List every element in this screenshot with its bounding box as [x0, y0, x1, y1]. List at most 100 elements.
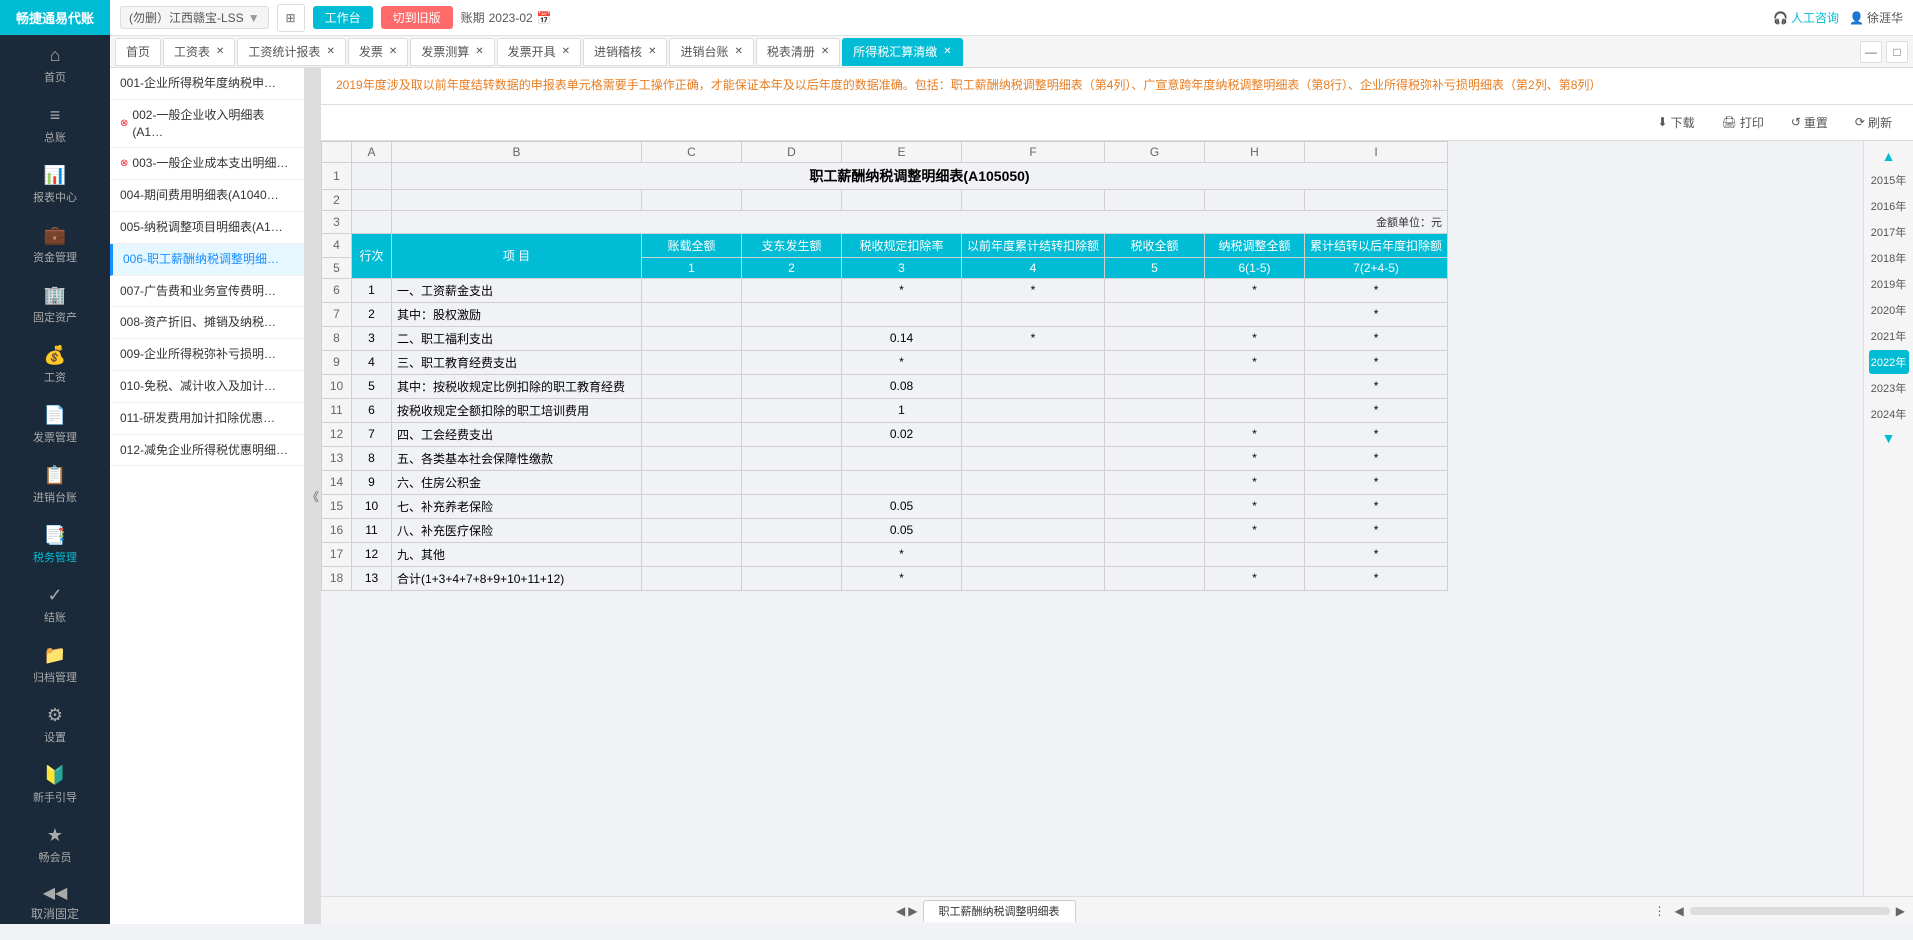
cell-seq-3[interactable]: 3 — [352, 326, 392, 350]
cell-e-6[interactable]: 1 — [842, 398, 962, 422]
cell-f-3[interactable]: * — [962, 326, 1105, 350]
cell-c-5[interactable] — [642, 374, 742, 398]
cell-i-6[interactable]: * — [1305, 398, 1448, 422]
sidebar-item-tax-mgmt[interactable]: 📑 税务管理 — [0, 515, 110, 575]
cell-e-12[interactable]: * — [842, 542, 962, 566]
switch-btn[interactable]: 切到旧版 — [381, 6, 453, 29]
tab-invoice-close[interactable]: ✕ — [389, 46, 397, 57]
cell-h-8[interactable]: * — [1205, 446, 1305, 470]
sheet-main[interactable]: A B C D E F G H I 1 — [321, 141, 1863, 896]
download-btn[interactable]: ⬇ 下载 — [1652, 111, 1701, 134]
cell-f-12[interactable] — [962, 542, 1105, 566]
cancel-fixed-btn[interactable]: ◀◀ 取消固定 — [0, 875, 110, 930]
cell-h-9[interactable]: * — [1205, 470, 1305, 494]
cell-label-5[interactable]: 其中：按税收规定比例扣除的职工教育经费 — [392, 374, 642, 398]
cell-a2[interactable] — [352, 189, 392, 210]
cell-d-10[interactable] — [742, 494, 842, 518]
cell-d-12[interactable] — [742, 542, 842, 566]
tab-income-tax[interactable]: 所得税汇算清缴 ✕ — [842, 38, 962, 66]
tab-purchase-ledger-close[interactable]: ✕ — [734, 46, 742, 57]
cell-d-2[interactable] — [742, 302, 842, 326]
cell-i-12[interactable]: * — [1305, 542, 1448, 566]
user-menu[interactable]: 👤 徐涯华 — [1849, 9, 1903, 26]
cell-g-9[interactable] — [1105, 470, 1205, 494]
company-selector[interactable]: (勿删）江西赣宝-LSS ▼ — [120, 6, 269, 29]
cell-seq-12[interactable]: 12 — [352, 542, 392, 566]
cell-e-2[interactable] — [842, 302, 962, 326]
cell-i-4[interactable]: * — [1305, 350, 1448, 374]
cell-seq-9[interactable]: 9 — [352, 470, 392, 494]
tab-invoice-calc[interactable]: 发票测算 ✕ — [410, 38, 494, 66]
cell-g-4[interactable] — [1105, 350, 1205, 374]
cell-d2[interactable] — [742, 189, 842, 210]
tab-purchase-ledger[interactable]: 进销台账 ✕ — [669, 38, 753, 66]
sheet-scroll-left[interactable]: ◀ — [896, 904, 905, 918]
service-btn[interactable]: 🎧 人工咨询 — [1773, 9, 1839, 26]
tab-home[interactable]: 首页 — [115, 38, 161, 66]
cell-d-6[interactable] — [742, 398, 842, 422]
cell-d-5[interactable] — [742, 374, 842, 398]
cell-h-4[interactable]: * — [1205, 350, 1305, 374]
cell-e-10[interactable]: 0.05 — [842, 494, 962, 518]
cell-f-4[interactable] — [962, 350, 1105, 374]
year-2022[interactable]: 2022年 — [1869, 350, 1909, 374]
tab-invoice-open[interactable]: 发票开具 ✕ — [497, 38, 581, 66]
cell-h-5[interactable] — [1205, 374, 1305, 398]
cell-i2[interactable] — [1305, 189, 1448, 210]
cell-g-12[interactable] — [1105, 542, 1205, 566]
cell-h-11[interactable]: * — [1205, 518, 1305, 542]
cell-g-8[interactable] — [1105, 446, 1205, 470]
cell-label-11[interactable]: 八、补充医疗保险 — [392, 518, 642, 542]
cell-d-11[interactable] — [742, 518, 842, 542]
cell-c-13[interactable] — [642, 566, 742, 590]
left-panel-item-003[interactable]: ⊗ 003-一般企业成本支出明细… — [110, 148, 304, 180]
calendar-icon[interactable]: 📅 — [537, 11, 552, 25]
sidebar-item-payroll[interactable]: 💰 工资 — [0, 335, 110, 395]
tab-income-tax-close[interactable]: ✕ — [943, 46, 951, 57]
cell-d-3[interactable] — [742, 326, 842, 350]
cell-f-9[interactable] — [962, 470, 1105, 494]
year-2024[interactable]: 2024年 — [1869, 402, 1909, 426]
cell-c-6[interactable] — [642, 398, 742, 422]
cell-c-9[interactable] — [642, 470, 742, 494]
cell-d-8[interactable] — [742, 446, 842, 470]
cell-c-2[interactable] — [642, 302, 742, 326]
cell-e-9[interactable] — [842, 470, 962, 494]
tab-minimize-btn[interactable]: — — [1860, 41, 1882, 63]
cell-f-1[interactable]: * — [962, 278, 1105, 302]
cell-e-5[interactable]: 0.08 — [842, 374, 962, 398]
cell-g2[interactable] — [1105, 189, 1205, 210]
cell-seq-1[interactable]: 1 — [352, 278, 392, 302]
year-2016[interactable]: 2016年 — [1869, 194, 1909, 218]
cell-h-2[interactable] — [1205, 302, 1305, 326]
cell-seq-13[interactable]: 13 — [352, 566, 392, 590]
tab-invoice-calc-close[interactable]: ✕ — [475, 46, 483, 57]
sidebar-item-new-guide[interactable]: 🔰 新手引导 — [0, 755, 110, 815]
cell-h-10[interactable]: * — [1205, 494, 1305, 518]
workspace-button[interactable]: 工作台 — [313, 6, 373, 29]
cell-c-7[interactable] — [642, 422, 742, 446]
tab-tax-clearance[interactable]: 税表清册 ✕ — [756, 38, 840, 66]
year-2023[interactable]: 2023年 — [1869, 376, 1909, 400]
cell-d-13[interactable] — [742, 566, 842, 590]
cell-label-9[interactable]: 六、住房公积金 — [392, 470, 642, 494]
left-panel-item-012[interactable]: 012-减免企业所得税优惠明细… — [110, 435, 304, 467]
cell-f-5[interactable] — [962, 374, 1105, 398]
sidebar-item-closing[interactable]: ✓ 结账 — [0, 575, 110, 635]
cell-c-3[interactable] — [642, 326, 742, 350]
left-panel-item-006[interactable]: 006-职工薪酬纳税调整明细… — [110, 244, 304, 276]
year-2021[interactable]: 2021年 — [1869, 324, 1909, 348]
sheet-scroll-right[interactable]: ▶ — [908, 904, 917, 918]
cell-e-3[interactable]: 0.14 — [842, 326, 962, 350]
cell-f-11[interactable] — [962, 518, 1105, 542]
left-panel-item-008[interactable]: 008-资产折旧、摊销及纳税… — [110, 307, 304, 339]
cell-label-8[interactable]: 五、各类基本社会保障性缴款 — [392, 446, 642, 470]
cell-label-4[interactable]: 三、职工教育经费支出 — [392, 350, 642, 374]
sheet-scroll-bar-left[interactable]: ◀ — [1672, 904, 1687, 918]
sidebar-item-assets-mgmt[interactable]: 💼 资金管理 — [0, 215, 110, 275]
sidebar-item-archive[interactable]: 📁 归档管理 — [0, 635, 110, 695]
cell-h2[interactable] — [1205, 189, 1305, 210]
tab-payroll-close[interactable]: ✕ — [216, 46, 224, 57]
cell-g-1[interactable] — [1105, 278, 1205, 302]
cell-label-3[interactable]: 二、职工福利支出 — [392, 326, 642, 350]
